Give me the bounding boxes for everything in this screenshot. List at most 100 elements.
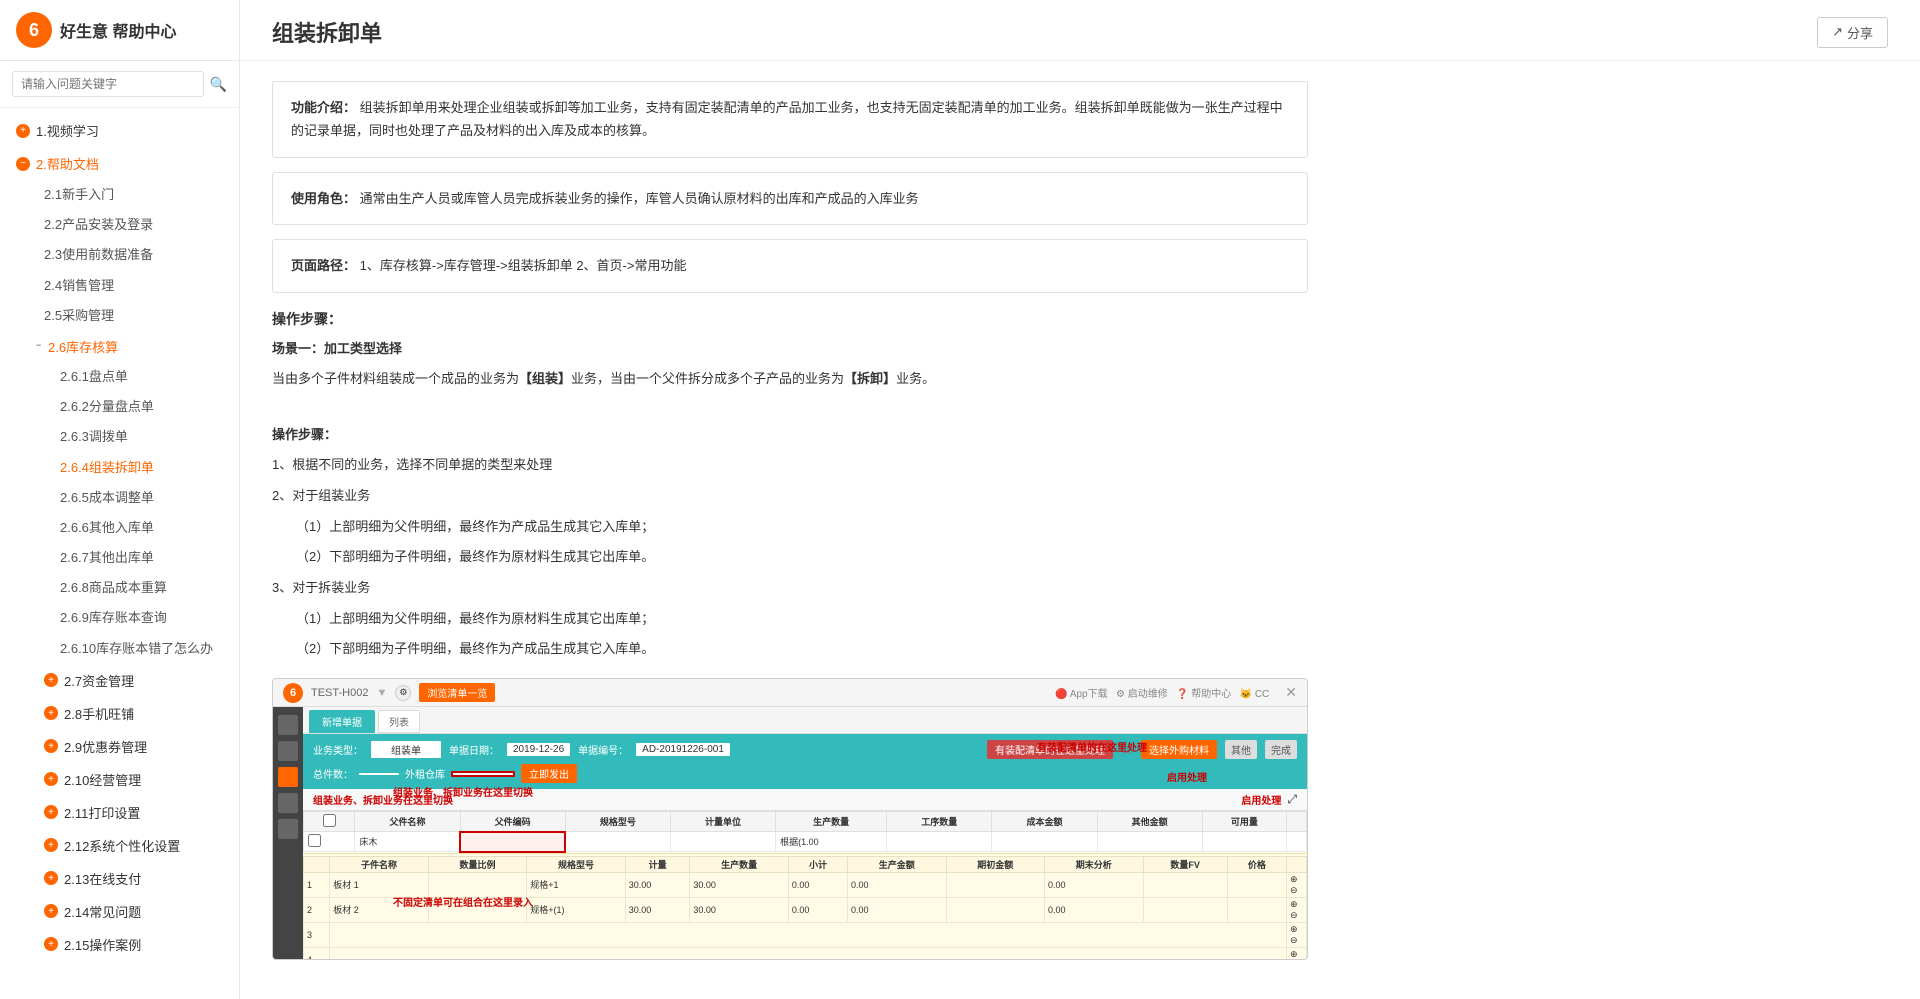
nav-item-2-7[interactable]: + 2.7资金管理 xyxy=(36,664,239,697)
step2: 2、对于组装业务 xyxy=(272,484,1308,509)
sidebar-item-2-6-7[interactable]: 2.6.7其他出库单 xyxy=(52,543,239,573)
ss-icon-3 xyxy=(278,767,298,787)
sub-td-qty-2: 30.00 xyxy=(690,897,789,922)
nav-group-video: + 1.视频学习 xyxy=(0,114,239,147)
ss-ann-btn1[interactable]: 有装配清单的在这里处理 xyxy=(987,740,1113,759)
nav-item-2-9[interactable]: + 2.9优惠券管理 xyxy=(36,730,239,763)
sub-th-prod-cost: 生产金额 xyxy=(848,856,947,872)
sub-th-unit: 计量 xyxy=(625,856,690,872)
sub-td-act-3: ⊕ ⊖ xyxy=(1287,922,1307,947)
search-bar: 🔍 xyxy=(0,61,239,108)
sub-td-spec-1: 规格+1 xyxy=(527,872,626,897)
ss-body: 新增单据 列表 业务类型： 组装单 单据日期： xyxy=(273,707,1307,959)
sub-td-spec-2: 规格+(1) xyxy=(527,897,626,922)
nav-item-2-13[interactable]: + 2.13在线支付 xyxy=(36,862,239,895)
ss-sub-toolbar: 组装业务、拆卸业务在这里切换 启用处理 ⤢ xyxy=(303,789,1307,811)
role-intro-block: 使用角色： 通常由生产人员或库管人员完成拆装业务的操作，库管人员确认原材料的出库… xyxy=(272,172,1308,225)
search-input[interactable] xyxy=(12,71,204,97)
sub-td-unit-1: 30.00 xyxy=(625,872,690,897)
sub-td-fv-1 xyxy=(1143,872,1227,897)
sidebar-item-2-6-8[interactable]: 2.6.8商品成本重算 xyxy=(52,573,239,603)
ss-tab-list[interactable]: 列表 xyxy=(378,710,420,733)
search-button[interactable]: 🔍 xyxy=(210,76,227,93)
ss-other-btn[interactable]: 其他 xyxy=(1225,740,1257,759)
main-article: 功能介绍： 组装拆卸单用来处理企业组装或拆卸等加工业务，支持有固定装配清单的产品… xyxy=(240,61,1340,999)
sub-td-act-4: ⊕ ⊖ xyxy=(1287,947,1307,959)
nav-item-2-8[interactable]: + 2.8手机旺铺 xyxy=(36,697,239,730)
sidebar-item-2-5[interactable]: 2.5采购管理 xyxy=(36,301,239,331)
sub-td-name-2: 板材 2 xyxy=(330,897,429,922)
ss-confirm-btn[interactable]: 立即发出 xyxy=(521,764,577,783)
ss-orange-btn[interactable]: 浏览清单一览 xyxy=(419,683,495,702)
nav-item-2-12[interactable]: + 2.12系统个性化设置 xyxy=(36,829,239,862)
sidebar-item-2-6-4[interactable]: 2.6.4组装拆卸单 xyxy=(52,453,239,483)
sidebar-item-2-6-3[interactable]: 2.6.3调拨单 xyxy=(52,422,239,452)
ss-icon-1 xyxy=(278,715,298,735)
plus-icon-2-12: + xyxy=(44,838,58,852)
sub-td-ratio-1 xyxy=(428,872,527,897)
sidebar-item-2-6-6[interactable]: 2.6.6其他入库单 xyxy=(52,513,239,543)
ss-logo: 6 xyxy=(283,683,303,703)
td-spec xyxy=(565,832,670,852)
th-parent-name: 父件名称 xyxy=(355,812,460,832)
ss-sub-table-area: 子件名称 数量比例 规格型号 计量 生产数量 小计 生产金额 期初金额 xyxy=(303,853,1307,960)
ss-count-input[interactable] xyxy=(359,773,399,775)
sub-th-act xyxy=(1287,856,1307,872)
nav-item-2-14[interactable]: + 2.14常见问题 xyxy=(36,895,239,928)
sub-td-price-1 xyxy=(1227,872,1286,897)
sub-td-unit-2: 30.00 xyxy=(625,897,690,922)
sidebar-item-2-6-10[interactable]: 2.6.10库存账本错了怎么办 xyxy=(52,634,239,664)
plus-icon-2-15: + xyxy=(44,937,58,951)
td-unit xyxy=(670,832,775,852)
sidebar-item-2-3[interactable]: 2.3使用前数据准备 xyxy=(36,240,239,270)
sidebar-item-2-1[interactable]: 2.1新手入门 xyxy=(36,180,239,210)
sub-td-qty-1: 30.00 xyxy=(690,872,789,897)
sidebar-item-2-6-5[interactable]: 2.6.5成本调整单 xyxy=(52,483,239,513)
plus-icon-2-10: + xyxy=(44,772,58,786)
sidebar-item-2-6-1[interactable]: 2.6.1盘点单 xyxy=(52,362,239,392)
th-action xyxy=(1287,812,1307,832)
nav-group-docs: − 2.帮助文档 2.1新手入门 2.2产品安装及登录 2.3使用前数据准备 2… xyxy=(0,147,239,961)
ss-ann-text3: 启用处理 xyxy=(1241,796,1281,807)
sub-row-1: 1 板材 1 规格+1 30.00 30.00 0.00 0.00 xyxy=(304,872,1307,897)
sub-td-pcost-1: 0.00 xyxy=(848,872,947,897)
ss-select-purchase-btn[interactable]: 选择外购材料 xyxy=(1141,740,1217,759)
select-all-checkbox[interactable] xyxy=(323,814,336,827)
sidebar-item-2-6-9[interactable]: 2.6.9库存账本查询 xyxy=(52,603,239,633)
sidebar-item-2-4[interactable]: 2.4销售管理 xyxy=(36,271,239,301)
ss-icon-4 xyxy=(278,793,298,813)
ss-complete-btn[interactable]: 完成 xyxy=(1265,740,1297,759)
nav-item-2-10[interactable]: + 2.10经营管理 xyxy=(36,763,239,796)
ss-date-input[interactable]: 2019-12-26 xyxy=(507,743,570,756)
sub-td-check-1: 1 xyxy=(304,872,330,897)
step3-sub1: （1）上部明细为父件明细，最终作为原材料生成其它出库单； xyxy=(296,607,1308,632)
ss-warehouse-input[interactable] xyxy=(451,771,515,777)
body-text: 场景一：加工类型选择 当由多个子件材料组装成一个成品的业务为【组装】业务，当由一… xyxy=(272,337,1308,663)
row-checkbox[interactable] xyxy=(308,834,321,847)
ss-expand-icon[interactable]: ⤢ xyxy=(1287,792,1297,807)
sub-td-end-2: 0.00 xyxy=(1045,897,1144,922)
nav-item-2-6[interactable]: − 2.6库存核算 xyxy=(36,331,239,362)
ss-no-input[interactable]: AD-20191226-001 xyxy=(636,743,730,756)
td-avail xyxy=(1202,832,1286,852)
sidebar-item-2-6-2[interactable]: 2.6.2分量盘点单 xyxy=(52,392,239,422)
minus-icon: − xyxy=(16,157,30,171)
share-button[interactable]: ↗ 分享 xyxy=(1817,17,1888,48)
td-other xyxy=(1097,832,1202,852)
nav-2-6-icon: − xyxy=(36,340,48,352)
ss-icon-2 xyxy=(278,741,298,761)
ss-biztype-select[interactable]: 组装单 xyxy=(371,741,441,758)
sidebar-item-2-2[interactable]: 2.2产品安装及登录 xyxy=(36,210,239,240)
ss-topbar-code: TEST-H002 xyxy=(311,687,368,699)
nav-group-video-title[interactable]: + 1.视频学习 xyxy=(0,114,239,147)
nav-item-2-11[interactable]: + 2.11打印设置 xyxy=(36,796,239,829)
nav-group-docs-title[interactable]: − 2.帮助文档 xyxy=(0,147,239,180)
ss-main-area: 新增单据 列表 业务类型： 组装单 单据日期： xyxy=(303,707,1307,959)
sidebar-header: 6 好生意 帮助中心 xyxy=(0,0,239,61)
main-header: 组装拆卸单 ↗ 分享 xyxy=(240,0,1920,61)
ss-tab-new[interactable]: 新增单据 xyxy=(309,710,375,733)
nav-item-2-15[interactable]: + 2.15操作案例 xyxy=(36,928,239,961)
plus-icon: + xyxy=(16,124,30,138)
ss-icon-5 xyxy=(278,819,298,839)
ss-close-icon[interactable]: ✕ xyxy=(1285,684,1297,701)
